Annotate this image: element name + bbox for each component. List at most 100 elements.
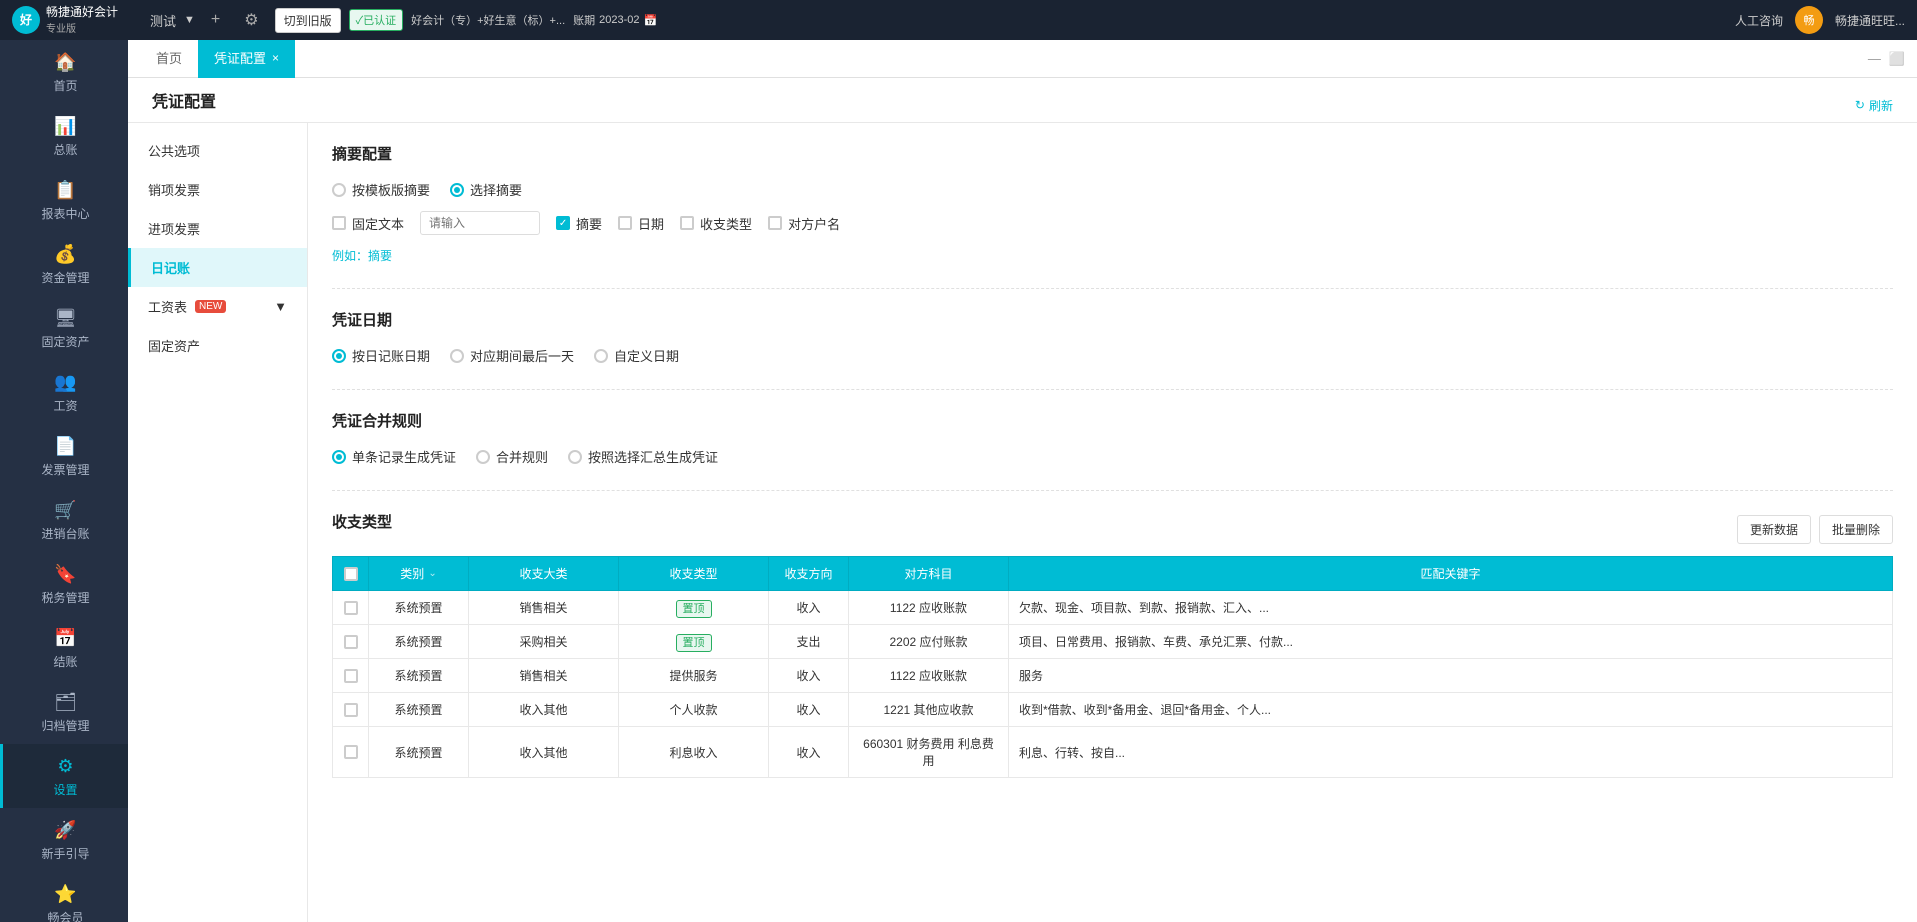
radio-template[interactable]: 按模板版摘要	[332, 180, 430, 199]
sidebar-item-general[interactable]: 📊 总账	[0, 104, 128, 168]
single-circle	[332, 450, 346, 464]
row-check-1[interactable]	[344, 635, 358, 649]
maximize-icon[interactable]: ⬜	[1889, 51, 1905, 67]
batch-delete-button[interactable]: 批量删除	[1819, 515, 1893, 544]
custom-date-label: 自定义日期	[614, 346, 679, 365]
sidebar-label-salary: 工资	[53, 397, 77, 414]
tab-home-label: 首页	[156, 48, 182, 67]
left-nav-payroll[interactable]: 工资表 NEW ▼	[128, 287, 307, 326]
checkbox-fixed-text[interactable]: 固定文本	[332, 214, 404, 233]
checkbox-date[interactable]: 日期	[618, 214, 664, 233]
td-check-4[interactable]	[333, 727, 369, 778]
td-bigtype-2: 销售相关	[469, 659, 619, 693]
td-keyword-4: 利息、行转、按自...	[1009, 727, 1893, 778]
left-nav-purchase[interactable]: 进项发票	[128, 209, 307, 248]
summary-checkbox: ✓	[556, 216, 570, 230]
consult-link[interactable]: 人工咨询	[1735, 12, 1783, 29]
left-nav-journal[interactable]: 日记账	[128, 248, 307, 287]
td-type-4: 利息收入	[619, 727, 769, 778]
sidebar-item-purchase[interactable]: 🛒 进销台账	[0, 488, 128, 552]
th-category: 类别 ⌄	[369, 557, 469, 591]
period-tag: 账期 2023-02 📅	[573, 12, 657, 28]
logo-text-area: 畅捷通好会计 专业版	[46, 5, 118, 34]
td-check-2[interactable]	[333, 659, 369, 693]
certified-tag: ✓已认证	[349, 9, 404, 31]
td-check-0[interactable]	[333, 591, 369, 625]
fixed-text-input[interactable]	[420, 211, 540, 235]
date-title: 凭证日期	[332, 309, 1893, 330]
fund-icon: 💰	[54, 244, 76, 265]
type-tag-0[interactable]: 置顶	[676, 600, 712, 618]
tab-close-icon[interactable]: ×	[272, 51, 279, 65]
tab-voucher-config-label: 凭证配置	[214, 48, 266, 67]
sidebar-item-home[interactable]: 🏠 首页	[0, 40, 128, 104]
tab-home[interactable]: 首页	[140, 40, 198, 78]
row-check-0[interactable]	[344, 601, 358, 615]
sidebar-item-member[interactable]: ⭐ 畅会员	[0, 872, 128, 922]
user-avatar[interactable]: 畅	[1795, 6, 1823, 34]
radio-select-total[interactable]: 按照选择汇总生成凭证	[568, 447, 718, 466]
sidebar-item-invoice[interactable]: 📄 发票管理	[0, 424, 128, 488]
sidebar-item-asset[interactable]: 🖥 固定资产	[0, 296, 128, 360]
radio-merge[interactable]: 合并规则	[476, 447, 548, 466]
sidebar-label-tax: 税务管理	[41, 589, 89, 606]
sidebar-item-tax[interactable]: 🔖 税务管理	[0, 552, 128, 616]
switch-version-button[interactable]: 切到旧版	[275, 8, 341, 33]
add-button[interactable]: +	[203, 8, 228, 32]
radio-template-circle	[332, 183, 346, 197]
radio-journal-date[interactable]: 按日记账日期	[332, 346, 430, 365]
th-check-box[interactable]	[344, 567, 358, 581]
row-check-4[interactable]	[344, 745, 358, 759]
sidebar-item-closing[interactable]: 📅 结账	[0, 616, 128, 680]
journal-date-circle	[332, 349, 346, 363]
sidebar-item-guide[interactable]: 🚀 新手引导	[0, 808, 128, 872]
radio-select[interactable]: 选择摘要	[450, 180, 522, 199]
td-bigtype-0: 销售相关	[469, 591, 619, 625]
td-check-1[interactable]	[333, 625, 369, 659]
td-check-3[interactable]	[333, 693, 369, 727]
page-title: 凭证配置	[152, 88, 216, 122]
checkbox-summary[interactable]: ✓ 摘要	[556, 214, 602, 233]
left-nav-fixed-asset[interactable]: 固定资产	[128, 326, 307, 365]
left-nav-sales[interactable]: 销项发票	[128, 170, 307, 209]
td-type-2: 提供服务	[619, 659, 769, 693]
page-container: 公共选项 销项发票 进项发票 日记账 工资表 NEW ▼	[128, 123, 1917, 922]
journal-date-label: 按日记账日期	[352, 346, 430, 365]
checkbox-counterpart[interactable]: 对方户名	[768, 214, 840, 233]
sidebar-item-salary[interactable]: 👥 工资	[0, 360, 128, 424]
summary-section: 摘要配置 按模板版摘要 选择摘要	[332, 143, 1893, 264]
tax-icon: 🔖	[54, 564, 76, 585]
update-data-button[interactable]: 更新数据	[1737, 515, 1811, 544]
td-type-1: 置顶	[619, 625, 769, 659]
tab-voucher-config[interactable]: 凭证配置 ×	[198, 40, 295, 78]
sidebar-label-guide: 新手引导	[41, 845, 89, 862]
gear-button[interactable]: ⚙	[236, 7, 266, 33]
minimize-icon[interactable]: —	[1868, 51, 1881, 66]
logo-title: 畅捷通好会计	[46, 5, 118, 19]
tab-bar-right: — ⬜	[1868, 51, 1905, 67]
td-direction-1: 支出	[769, 625, 849, 659]
left-nav-public[interactable]: 公共选项	[128, 131, 307, 170]
sidebar-item-archive[interactable]: 🗂 归档管理	[0, 680, 128, 744]
refresh-button[interactable]: ↻ 刷新	[1855, 97, 1893, 114]
checkbox-pay-type[interactable]: 收支类型	[680, 214, 752, 233]
date-section: 凭证日期 按日记账日期 对应期间最后一天 自定义日期	[332, 309, 1893, 365]
sidebar-item-report[interactable]: 📋 报表中心	[0, 168, 128, 232]
pay-type-label: 收支类型	[700, 214, 752, 233]
row-check-2[interactable]	[344, 669, 358, 683]
income-expense-section: 收支类型 更新数据 批量删除	[332, 511, 1893, 778]
radio-period-last[interactable]: 对应期间最后一天	[450, 346, 574, 365]
merge-label: 合并规则	[496, 447, 548, 466]
radio-single[interactable]: 单条记录生成凭证	[332, 447, 456, 466]
radio-custom-date[interactable]: 自定义日期	[594, 346, 679, 365]
divider-3	[332, 490, 1893, 491]
company-dropdown[interactable]: ▼	[184, 14, 195, 26]
sidebar-item-fund[interactable]: 💰 资金管理	[0, 232, 128, 296]
sidebar-item-settings[interactable]: ⚙ 设置	[0, 744, 128, 808]
calendar-icon[interactable]: 📅	[644, 14, 658, 27]
row-check-3[interactable]	[344, 703, 358, 717]
salary-icon: 👥	[54, 372, 76, 393]
td-direction-4: 收入	[769, 727, 849, 778]
th-check[interactable]	[333, 557, 369, 591]
type-tag-1[interactable]: 置顶	[676, 634, 712, 652]
